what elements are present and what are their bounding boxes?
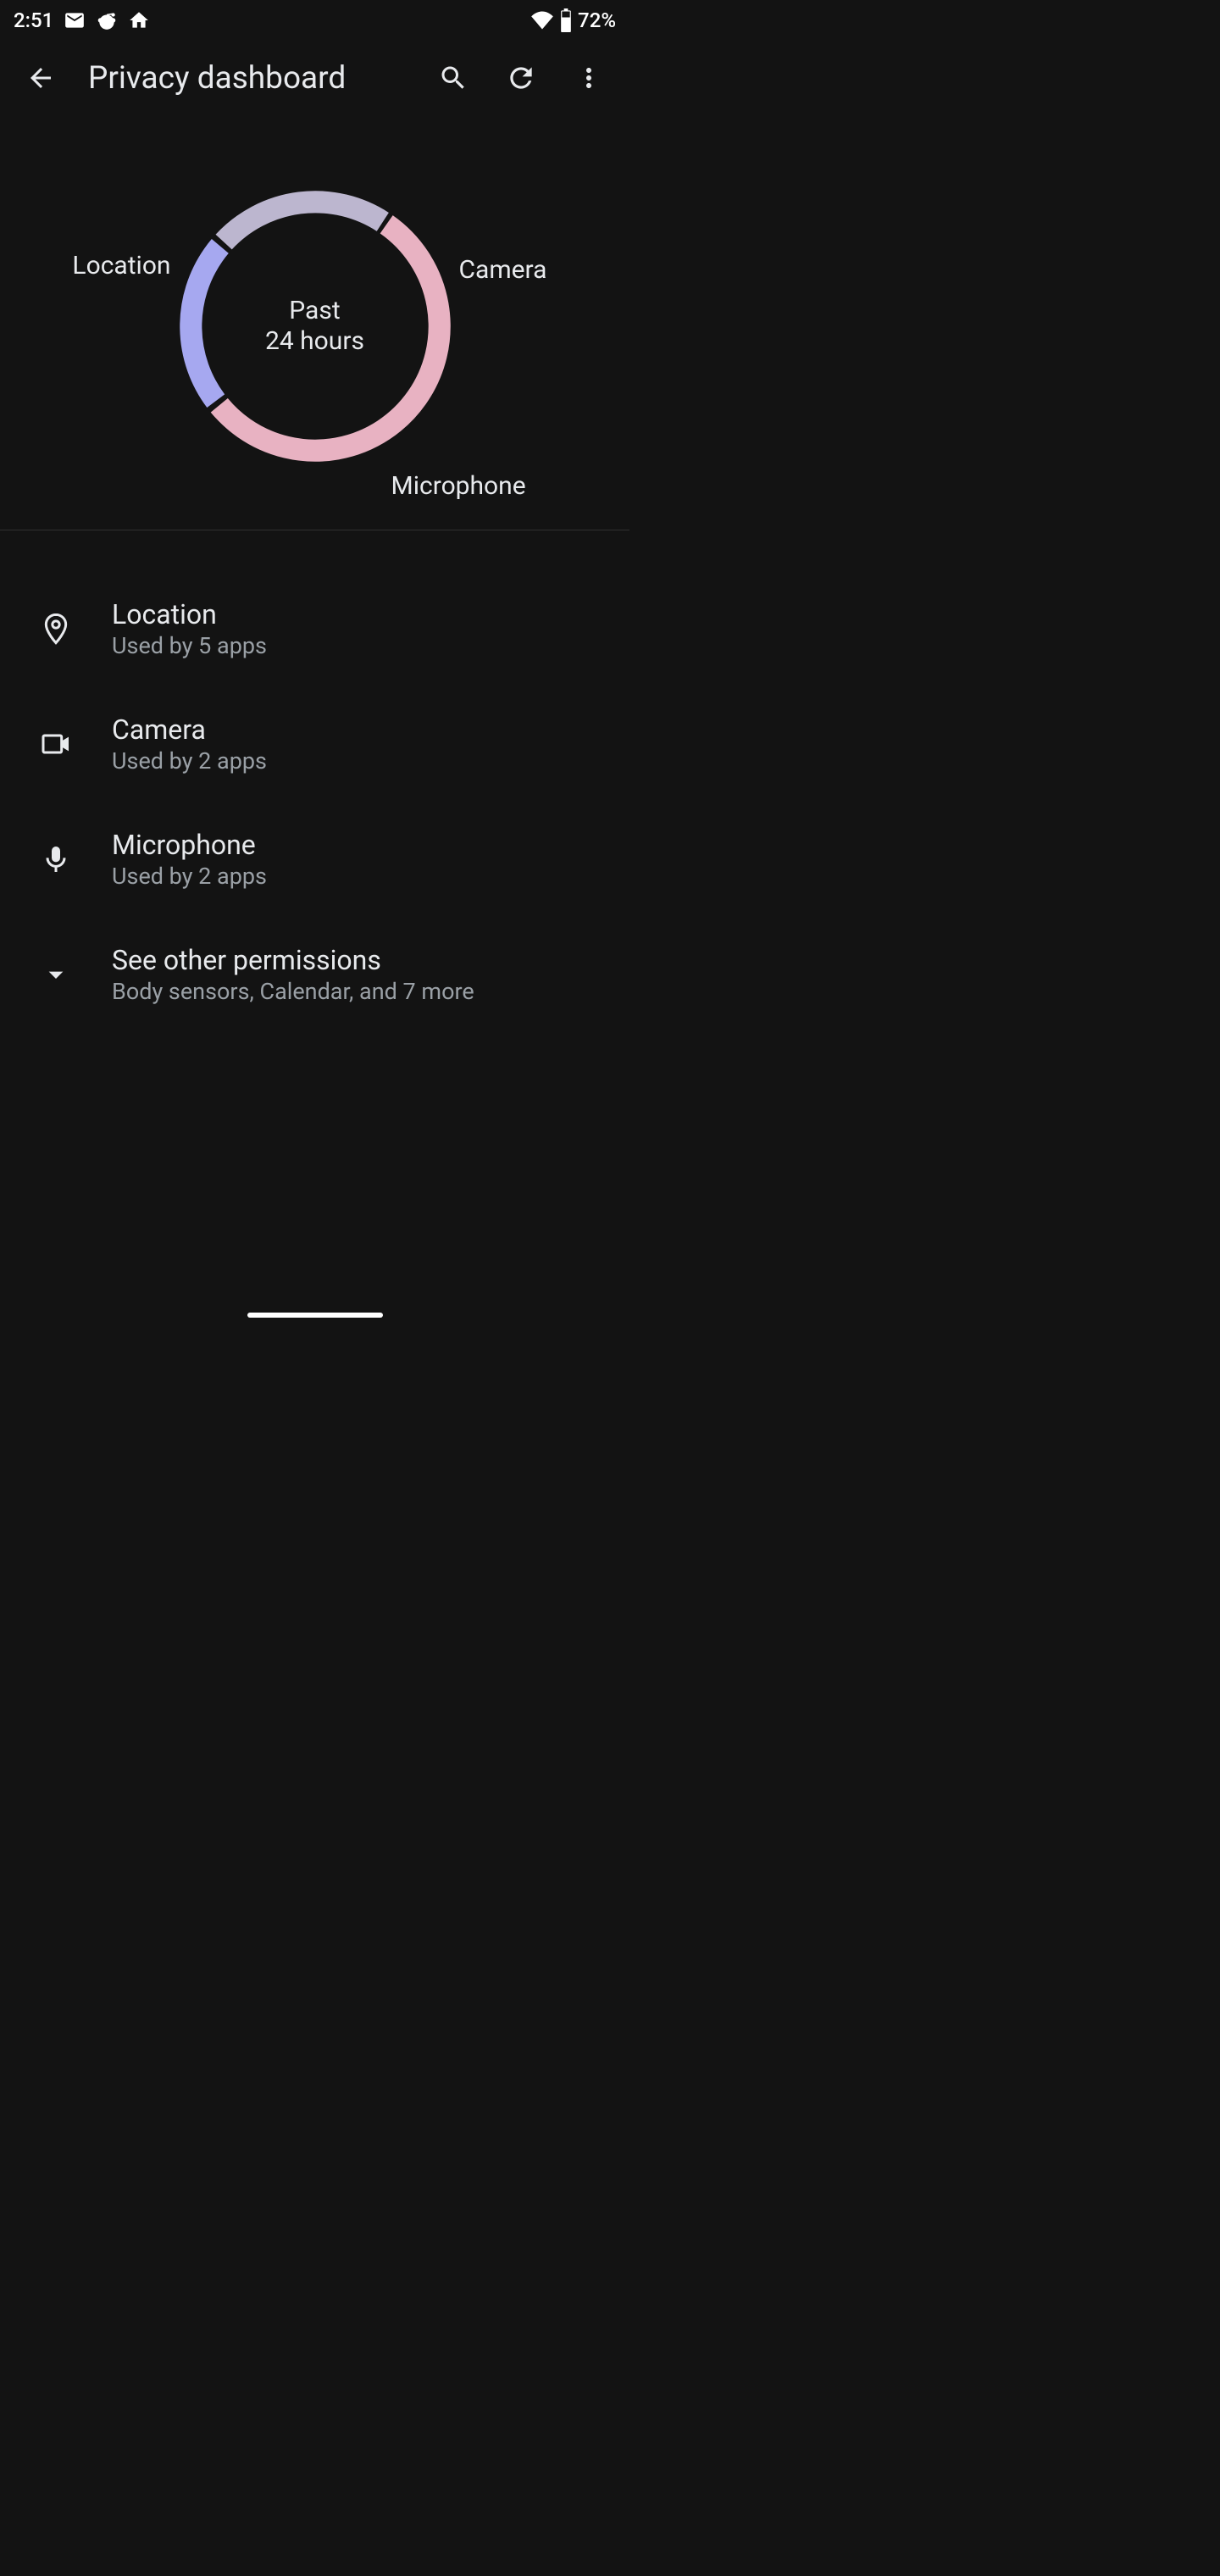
- row-camera-sub: Used by 2 apps: [112, 747, 267, 774]
- chart-label-microphone: Microphone: [391, 471, 526, 501]
- more-vert-icon: [574, 63, 604, 93]
- back-arrow-icon: [25, 63, 56, 93]
- chevron-down-icon: [20, 958, 92, 991]
- row-other-title: See other permissions: [112, 944, 474, 976]
- search-button[interactable]: [419, 41, 487, 115]
- wifi-icon: [530, 8, 554, 32]
- chart-center-label: Past 24 hours: [177, 188, 453, 464]
- row-camera[interactable]: Camera Used by 2 apps: [0, 686, 629, 802]
- chart-label-camera: Camera: [459, 255, 547, 285]
- row-location-title: Location: [112, 598, 267, 630]
- battery-percent: 72%: [578, 8, 616, 32]
- row-microphone[interactable]: Microphone Used by 2 apps: [0, 802, 629, 917]
- usage-donut-chart: Past 24 hours: [177, 188, 453, 464]
- app-bar: Privacy dashboard: [0, 41, 629, 115]
- page-title: Privacy dashboard: [81, 60, 419, 97]
- status-left: 2:51: [14, 8, 150, 32]
- search-icon: [438, 63, 469, 93]
- status-time: 2:51: [14, 8, 53, 32]
- row-other-sub: Body sensors, Calendar, and 7 more: [112, 978, 474, 1005]
- refresh-icon: [505, 62, 537, 94]
- location-icon: [20, 612, 92, 646]
- permission-list: Location Used by 5 apps Camera Used by 2…: [0, 530, 629, 1032]
- microphone-icon: [20, 842, 92, 876]
- status-bar: 2:51 72%: [0, 0, 629, 41]
- usage-chart-section: Past 24 hours Location Camera Microphone: [0, 115, 629, 530]
- chart-label-location: Location: [72, 251, 170, 280]
- gesture-nav-bar[interactable]: [247, 1313, 383, 1318]
- row-other-permissions[interactable]: See other permissions Body sensors, Cale…: [0, 917, 629, 1032]
- battery-icon: [559, 8, 573, 32]
- mail-icon: [64, 9, 86, 31]
- status-right: 72%: [530, 8, 616, 32]
- home-icon: [128, 9, 150, 31]
- chart-center-line2: 24 hours: [265, 326, 364, 357]
- row-microphone-sub: Used by 2 apps: [112, 863, 267, 890]
- row-location-sub: Used by 5 apps: [112, 632, 267, 659]
- row-location[interactable]: Location Used by 5 apps: [0, 571, 629, 686]
- chart-center-line1: Past: [289, 296, 340, 326]
- camera-icon: [20, 727, 92, 761]
- row-microphone-title: Microphone: [112, 829, 267, 861]
- row-camera-title: Camera: [112, 713, 267, 746]
- back-button[interactable]: [0, 41, 81, 115]
- more-button[interactable]: [555, 41, 623, 115]
- refresh-button[interactable]: [487, 41, 555, 115]
- reddit-icon: [96, 9, 118, 31]
